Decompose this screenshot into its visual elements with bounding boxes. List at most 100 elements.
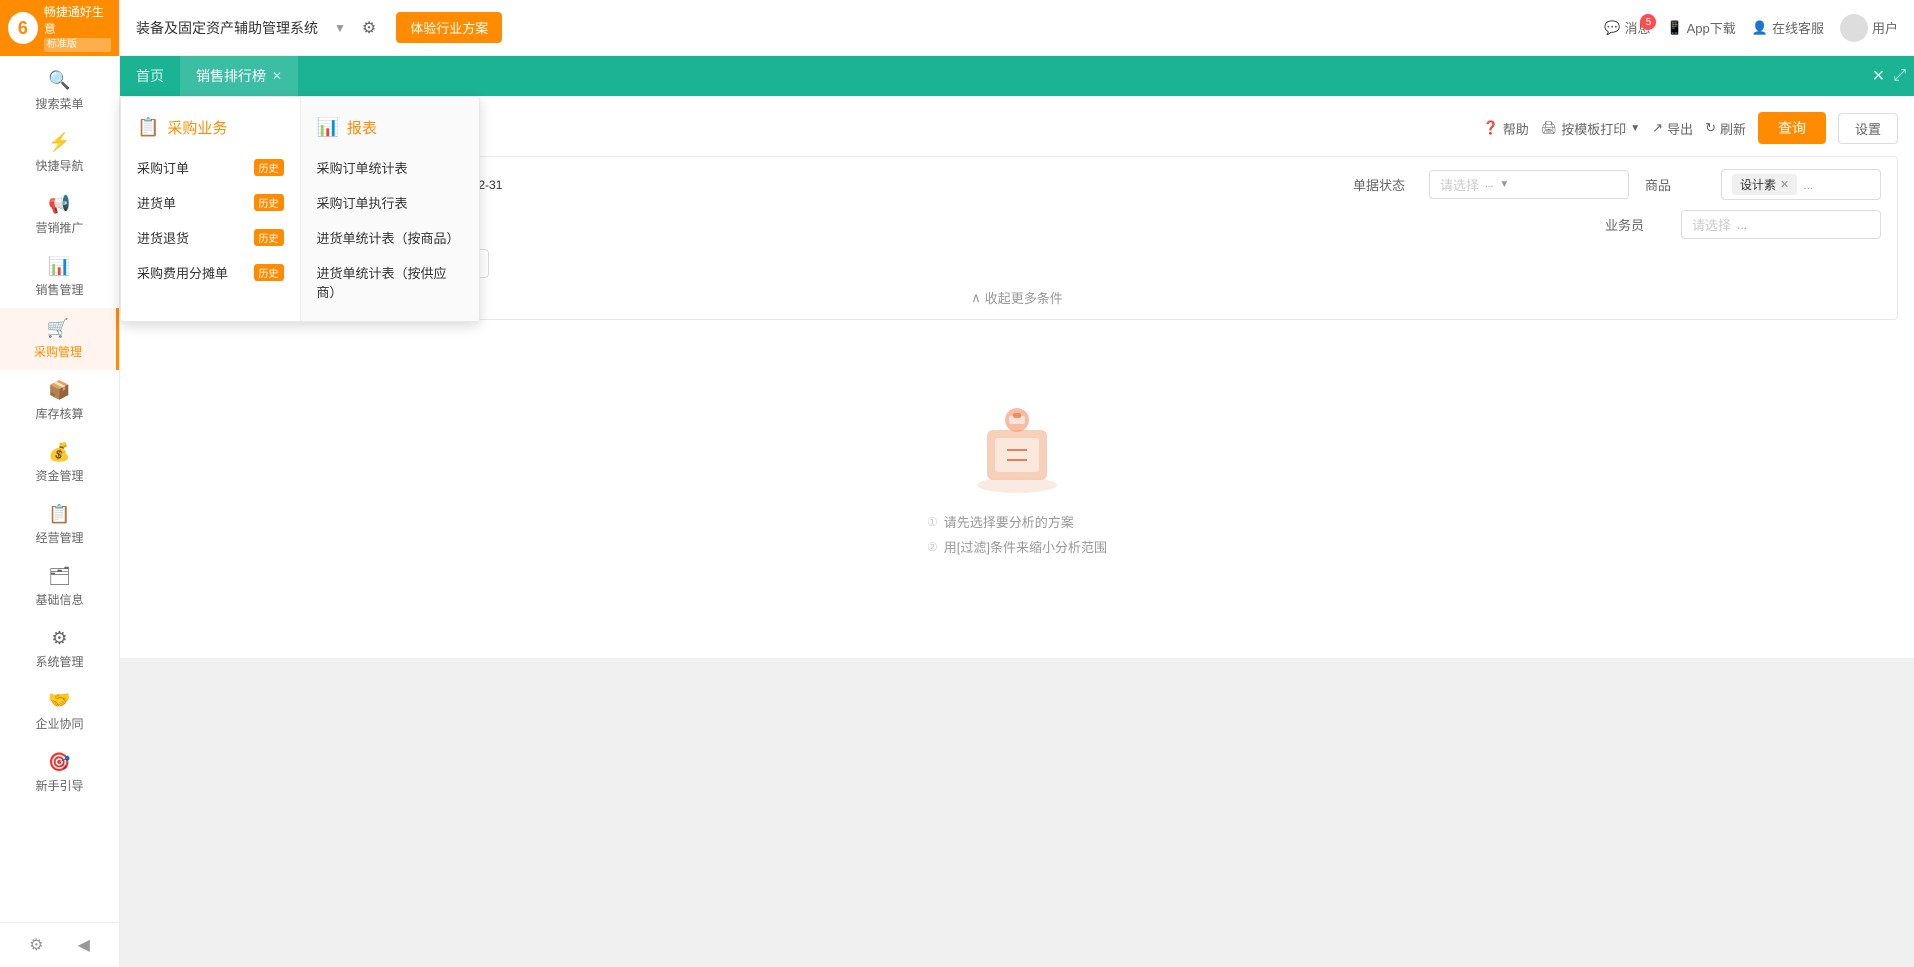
sidebar-item-marketing[interactable]: 📢 营销推广 (0, 184, 119, 246)
user-btn[interactable]: 用户 (1840, 14, 1898, 42)
online-service-btn[interactable]: 👤 在线客服 (1752, 18, 1824, 37)
inventory-icon: 📦 (48, 380, 70, 401)
dropdown-item-po[interactable]: 采购订单 历史 (121, 150, 300, 185)
sidebar-item-purchase[interactable]: 🛒 采购管理 (0, 308, 119, 370)
sidebar-item-basicinfo[interactable]: 🗂 基础信息 (0, 556, 119, 618)
sidebar-logo: 6 畅捷通好生意 标准版 (0, 0, 119, 56)
export-icon: ↗ (1652, 120, 1663, 136)
purchase-dropdown: 📋 采购业务 采购订单 历史 进货单 历史 进货退货 历史 采购费用分摊单 历史… (120, 96, 480, 322)
tabbar-right: ✕ ⤢ (1872, 66, 1914, 86)
report-icon: 📊 (317, 117, 339, 138)
status-ellipsis: ... (1485, 179, 1493, 190)
dropdown-item-return[interactable]: 进货退货 历史 (121, 220, 300, 255)
print-dropdown-icon: ▼ (1630, 123, 1640, 134)
settings-gear-icon[interactable]: ⚙ (362, 18, 376, 38)
print-btn[interactable]: 🖨 按模板打印 ▼ (1541, 119, 1640, 138)
status-label: 单据状态 (1353, 175, 1413, 194)
tab-maximize-icon[interactable]: ⤢ (1893, 67, 1906, 85)
status-dropdown-icon: ▼ (1499, 179, 1509, 190)
purchase-biz-icon: 📋 (137, 117, 159, 138)
empty-state: ① 请先选择要分析的方案 ② 用[过滤]条件来缩小分析范围 (136, 320, 1898, 642)
sidebar-item-sales[interactable]: 📊 销售管理 (0, 246, 119, 308)
purchase-icon: 🛒 (47, 318, 69, 339)
help-icon: ❓ (1483, 120, 1499, 136)
sidebar-bottom: ⚙ ◀ (0, 922, 119, 967)
sidebar-item-collab[interactable]: 🤝 企业协同 (0, 680, 119, 742)
refresh-icon: ↻ (1705, 120, 1716, 136)
message-icon: 💬 (1604, 20, 1620, 36)
system-title: 装备及固定资产辅助管理系统 (136, 18, 318, 38)
app-download-btn[interactable]: 📱 App下载 (1666, 18, 1735, 37)
print-icon: 🖨 (1541, 120, 1558, 136)
basicinfo-icon: 🗂 (48, 566, 71, 587)
query-button[interactable]: 查询 (1758, 112, 1826, 144)
topbar: 装备及固定资产辅助管理系统 ▼ ⚙ 体验行业方案 💬 消息 5 📱 App下载 … (120, 0, 1914, 56)
sidebar-item-guide[interactable]: 🎯 新手引导 (0, 742, 119, 804)
dropdown-item-receipt[interactable]: 进货单 历史 (121, 185, 300, 220)
staff-label: 业务员 (1605, 215, 1665, 234)
goods-label: 商品 (1645, 175, 1705, 194)
settings-button[interactable]: 设置 (1838, 113, 1898, 144)
history-badge-0: 历史 (254, 159, 284, 176)
topbar-right: 💬 消息 5 📱 App下载 👤 在线客服 用户 (1604, 14, 1898, 42)
dropdown-item-receipt-goods[interactable]: 进货单统计表（按商品） (301, 220, 480, 255)
dropdown-left-header: 📋 采购业务 (121, 109, 300, 150)
tab-sales-ranking[interactable]: 销售排行榜 ✕ (180, 56, 298, 96)
sidebar-collapse-btn[interactable]: ◀ (78, 935, 90, 955)
staff-ellipsis: ... (1737, 218, 1747, 232)
operations-icon: 📋 (48, 504, 70, 525)
dropdown-item-expense[interactable]: 采购费用分摊单 历史 (121, 255, 300, 290)
industry-btn[interactable]: 体验行业方案 (396, 12, 502, 43)
logo-icon: 6 (8, 12, 38, 44)
dropdown-left-col: 📋 采购业务 采购订单 历史 进货单 历史 进货退货 历史 采购费用分摊单 历史 (121, 97, 301, 321)
empty-hints: ① 请先选择要分析的方案 ② 用[过滤]条件来缩小分析范围 (927, 512, 1107, 562)
tabbar: 首页 销售排行榜 ✕ ✕ ⤢ (120, 56, 1914, 96)
dropdown-item-po-exec[interactable]: 采购订单执行表 (301, 185, 480, 220)
system-icon: ⚙ (51, 628, 67, 649)
tab-close-window-icon[interactable]: ✕ (1872, 66, 1885, 86)
status-control[interactable]: 请选择 ... ▼ (1429, 170, 1629, 199)
sidebar-item-search[interactable]: 🔍 搜索菜单 (0, 60, 119, 122)
empty-illustration (957, 400, 1077, 500)
sales-icon: 📊 (48, 256, 70, 277)
search-icon: 🔍 (48, 70, 70, 91)
goods-ellipsis: ... (1803, 178, 1813, 192)
message-btn[interactable]: 💬 消息 5 (1604, 18, 1650, 37)
goods-control[interactable]: 设计素 ✕ ... (1721, 169, 1881, 200)
collapse-icon: ∧ (971, 290, 981, 306)
tab-home[interactable]: 首页 (120, 56, 180, 96)
dropdown-right-header: 📊 报表 (301, 109, 480, 150)
dropdown-right-col: 📊 报表 采购订单统计表 采购订单执行表 进货单统计表（按商品） 进货单统计表（… (301, 97, 480, 321)
message-badge: 5 (1640, 14, 1656, 30)
goods-tag-close[interactable]: ✕ (1780, 178, 1789, 191)
dropdown-item-receipt-supplier[interactable]: 进货单统计表（按供应商） (301, 255, 480, 309)
finance-icon: 💰 (48, 442, 70, 463)
phone-icon: 📱 (1666, 20, 1682, 36)
history-badge-1: 历史 (254, 194, 284, 211)
sidebar: 6 畅捷通好生意 标准版 🔍 搜索菜单 ⚡ 快捷导航 📢 营销推广 📊 销售管理… (0, 0, 120, 967)
sidebar-item-operations[interactable]: 📋 经营管理 (0, 494, 119, 556)
dropdown-item-po-stats[interactable]: 采购订单统计表 (301, 150, 480, 185)
tab-close-icon[interactable]: ✕ (272, 69, 282, 83)
guide-icon: 🎯 (48, 752, 70, 773)
goods-tag: 设计素 ✕ (1732, 174, 1797, 195)
history-badge-2: 历史 (254, 229, 284, 246)
sidebar-nav: 🔍 搜索菜单 ⚡ 快捷导航 📢 营销推广 📊 销售管理 🛒 采购管理 📦 库存核… (0, 56, 119, 922)
help-btn[interactable]: ❓ 帮助 (1483, 119, 1529, 138)
title-dropdown-icon[interactable]: ▼ (334, 21, 346, 35)
sidebar-item-finance[interactable]: 💰 资金管理 (0, 432, 119, 494)
staff-control[interactable]: 请选择 ... (1681, 210, 1881, 239)
sidebar-item-system[interactable]: ⚙ 系统管理 (0, 618, 119, 680)
sidebar-item-quicknav[interactable]: ⚡ 快捷导航 (0, 122, 119, 184)
empty-hint-2: ② 用[过滤]条件来缩小分析范围 (927, 537, 1107, 556)
service-icon: 👤 (1752, 20, 1768, 36)
history-badge-3: 历史 (254, 264, 284, 281)
logo-text: 畅捷通好生意 标准版 (44, 4, 111, 52)
export-btn[interactable]: ↗ 导出 (1652, 119, 1693, 138)
empty-hint-1: ① 请先选择要分析的方案 (927, 512, 1107, 531)
user-avatar (1840, 14, 1868, 42)
quicknav-icon: ⚡ (48, 132, 70, 153)
sidebar-item-inventory[interactable]: 📦 库存核算 (0, 370, 119, 432)
refresh-btn[interactable]: ↻ 刷新 (1705, 119, 1746, 138)
sidebar-settings-btn[interactable]: ⚙ (29, 935, 43, 955)
